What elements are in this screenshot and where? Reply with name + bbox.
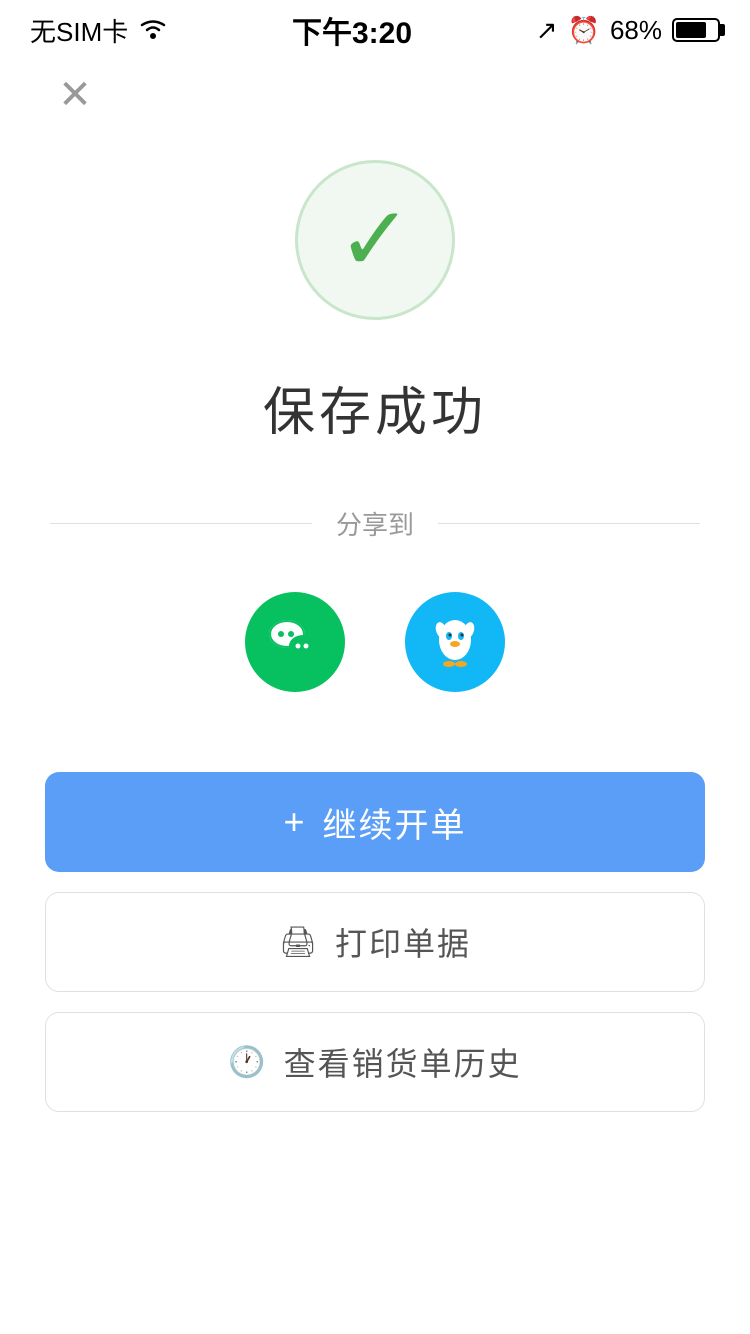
print-label: 打印单据 <box>335 919 471 965</box>
status-right: ↗ ⏰ 68% <box>536 15 720 46</box>
close-icon: ✕ <box>58 75 92 115</box>
plus-icon: + <box>283 801 306 843</box>
action-buttons: + 继续开单 🖨 打印单据 🕐 查看销货单历史 <box>45 772 705 1112</box>
battery-percent: 68% <box>610 15 662 46</box>
alarm-icon: ⏰ <box>568 15 600 46</box>
share-divider: 分享到 <box>50 505 700 542</box>
main-content: ✓ 保存成功 分享到 <box>0 60 750 1112</box>
print-button[interactable]: 🖨 打印单据 <box>45 892 705 992</box>
qq-share-button[interactable] <box>405 592 505 692</box>
location-icon: ↗ <box>536 15 558 46</box>
carrier-label: 无SIM卡 <box>30 12 128 49</box>
success-icon-circle: ✓ <box>295 160 455 320</box>
wifi-icon <box>138 15 168 46</box>
history-button[interactable]: 🕐 查看销货单历史 <box>45 1012 705 1112</box>
success-title: 保存成功 <box>263 370 487 445</box>
battery-icon <box>672 18 720 42</box>
wechat-icon <box>265 616 325 668</box>
status-left: 无SIM卡 <box>30 12 168 49</box>
history-icon: 🕐 <box>228 1045 267 1080</box>
history-label: 查看销货单历史 <box>284 1039 522 1085</box>
divider-line-left <box>50 523 312 524</box>
qq-icon <box>429 612 481 672</box>
status-bar: 无SIM卡 下午3:20 ↗ ⏰ 68% <box>0 0 750 60</box>
close-button[interactable]: ✕ <box>50 70 100 120</box>
continue-order-label: 继续开单 <box>323 798 467 847</box>
checkmark-icon: ✓ <box>337 195 412 285</box>
wechat-share-button[interactable] <box>245 592 345 692</box>
print-icon: 🖨 <box>279 925 319 960</box>
share-icons <box>245 592 505 692</box>
share-label: 分享到 <box>312 505 438 542</box>
divider-line-right <box>438 523 700 524</box>
continue-order-button[interactable]: + 继续开单 <box>45 772 705 872</box>
status-time: 下午3:20 <box>292 8 412 52</box>
